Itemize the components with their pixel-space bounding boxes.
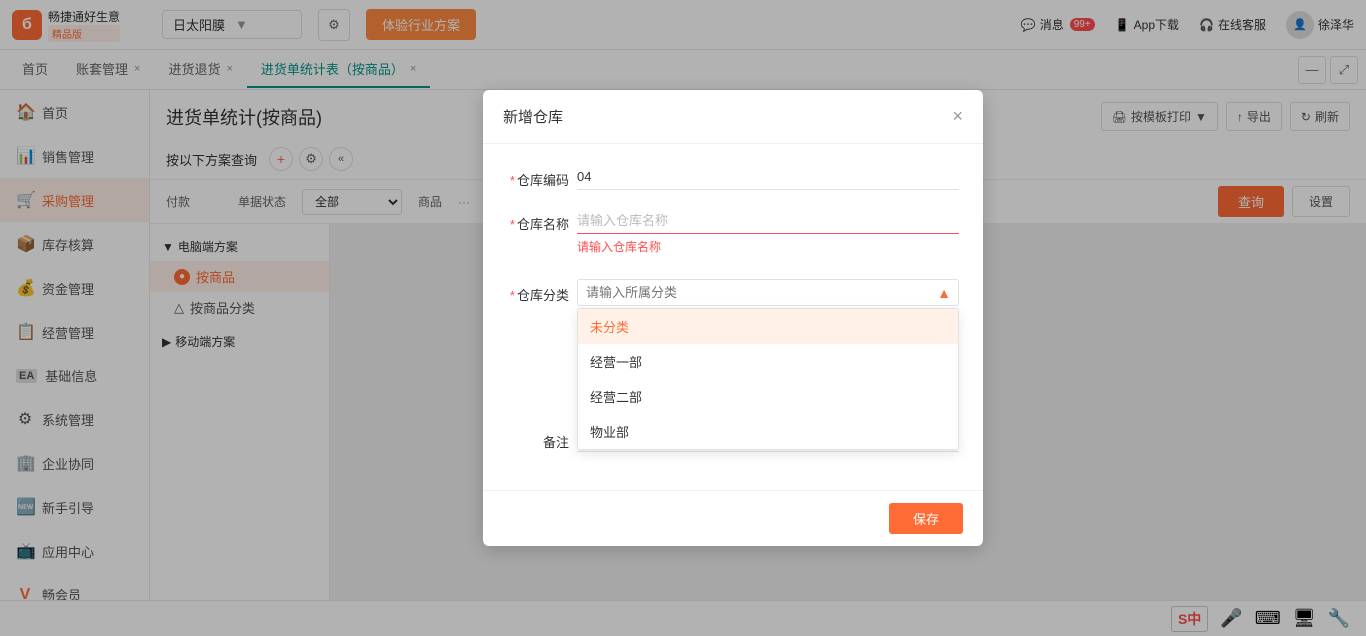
- dialog-title: 新增仓库: [503, 106, 563, 127]
- dropdown-item-property[interactable]: 物业部: [578, 414, 958, 449]
- dialog-header: 新增仓库 ×: [483, 90, 983, 144]
- code-label: 仓库编码: [507, 164, 577, 189]
- category-select-wrapper: ▲: [577, 279, 959, 306]
- name-field-wrapper: 请输入仓库名称: [577, 208, 959, 255]
- code-field-row: 仓库编码: [507, 164, 959, 190]
- save-button[interactable]: 保存: [889, 503, 963, 534]
- name-label: 仓库名称: [507, 208, 577, 233]
- new-warehouse-dialog: 新增仓库 × 仓库编码 仓库名称 请输入仓库名称 仓库分类 ▲ 未分类: [483, 90, 983, 546]
- category-field-row: 仓库分类 ▲ 未分类 经营一部 经营二部 物业部: [507, 279, 959, 306]
- dialog-footer: 保存: [483, 490, 983, 546]
- category-label: 仓库分类: [507, 279, 577, 304]
- dropdown-item-unclassified[interactable]: 未分类: [578, 309, 958, 344]
- memo-label: 备注: [507, 426, 577, 451]
- dialog-close-btn[interactable]: ×: [952, 106, 963, 127]
- code-input[interactable]: [577, 164, 959, 190]
- dialog-body: 仓库编码 仓库名称 请输入仓库名称 仓库分类 ▲ 未分类 经营一部 经营二部 物…: [483, 144, 983, 490]
- dropdown-item-dept2[interactable]: 经营二部: [578, 379, 958, 414]
- name-input[interactable]: [577, 208, 959, 234]
- dropdown-item-dept1[interactable]: 经营一部: [578, 344, 958, 379]
- name-field-row: 仓库名称 请输入仓库名称: [507, 208, 959, 255]
- category-dropdown: 未分类 经营一部 经营二部 物业部: [577, 308, 959, 450]
- name-error-msg: 请输入仓库名称: [577, 238, 959, 255]
- category-input[interactable]: [577, 279, 959, 306]
